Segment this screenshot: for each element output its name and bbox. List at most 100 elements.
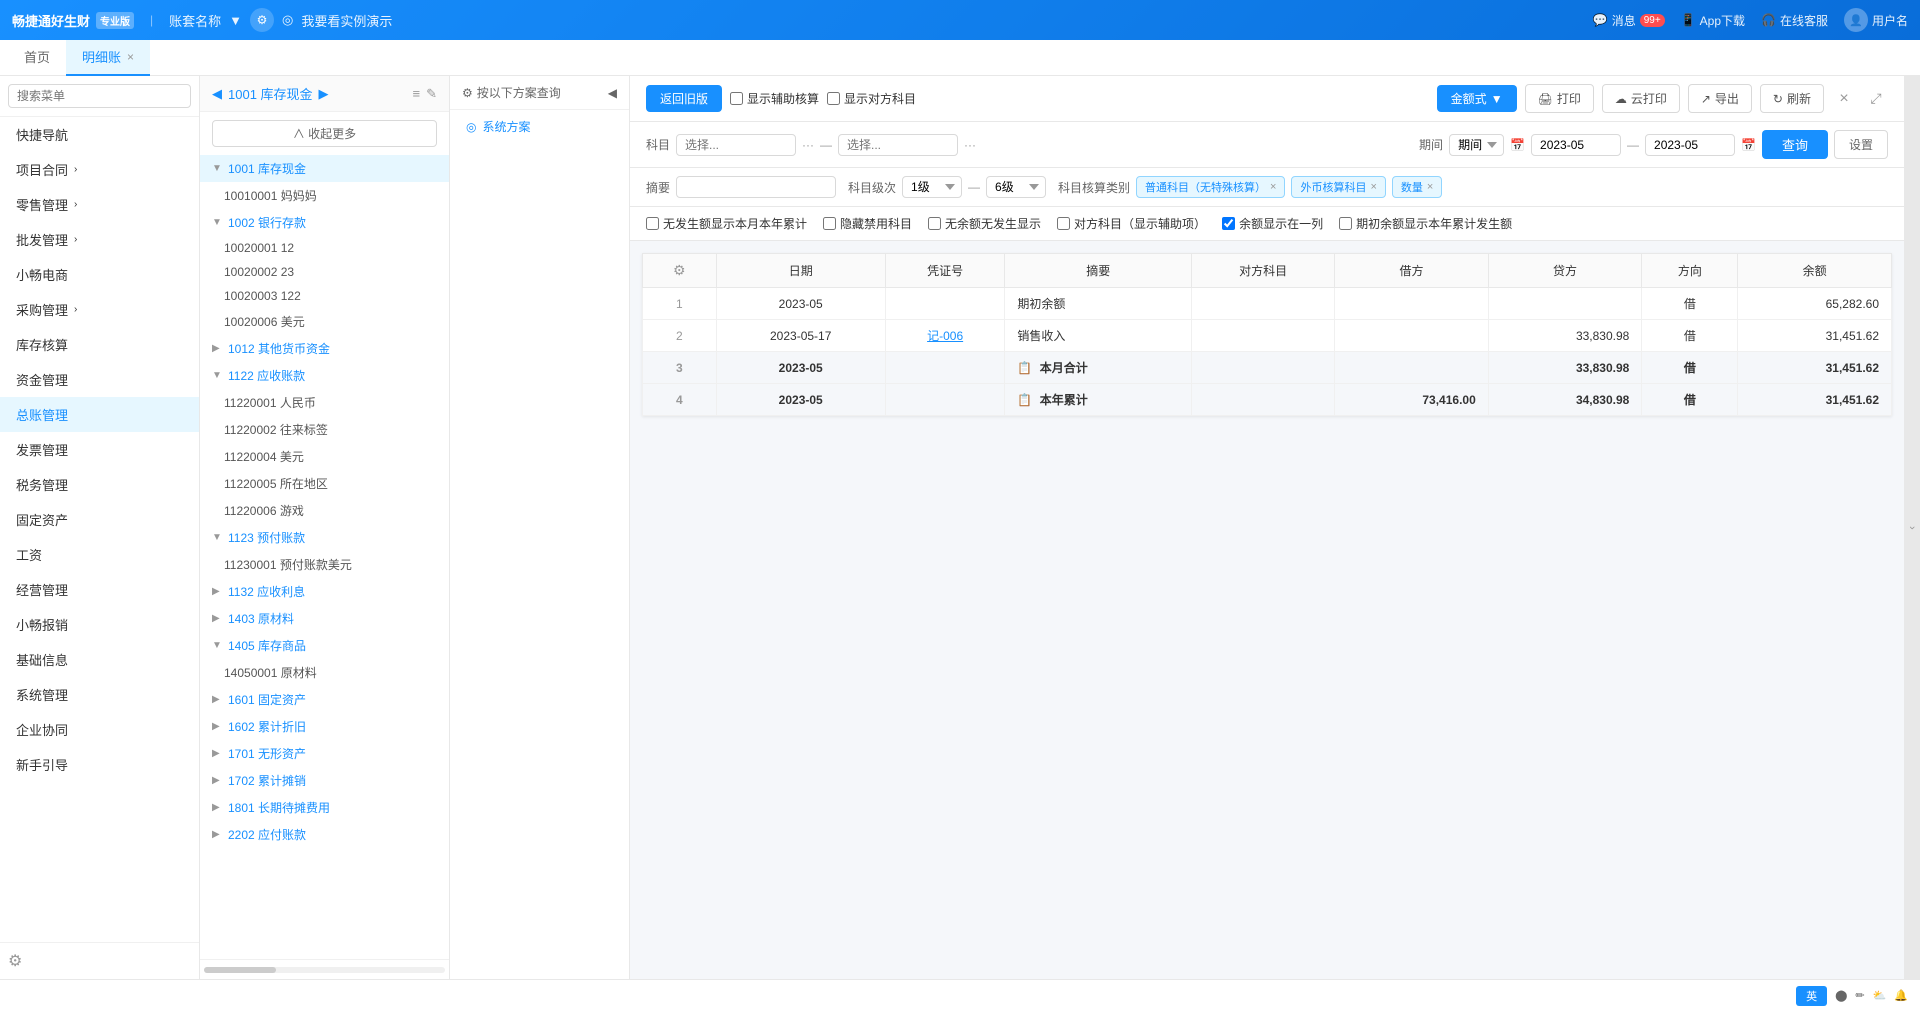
tree-item-1122[interactable]: ▼ 1122 应收账款 [200,362,449,389]
back-btn[interactable]: 返回旧版 [646,85,722,112]
tag-remove-0[interactable]: × [1270,181,1276,193]
checkbox-show-balance[interactable]: 余额显示在一列 [1222,215,1323,232]
tree-item-11220005[interactable]: 11220005 所在地区 [200,470,449,497]
query-btn[interactable]: 查询 [1762,130,1828,159]
print-btn[interactable]: 🖨 打印 [1525,84,1594,113]
demo-link[interactable]: ◎ 我要看实例演示 [282,11,392,30]
sidebar-item-wholesale[interactable]: 批发管理› [0,222,199,257]
checkbox-opposite[interactable]: 对方科目（显示辅助项） [1057,215,1206,232]
tree-item-10010001[interactable]: 10010001 妈妈妈 [200,182,449,209]
tree-item-1012[interactable]: ▶ 1012 其他货币资金 [200,335,449,362]
checkbox-opening[interactable]: 期初余额显示本年累计发生额 [1339,215,1512,232]
sidebar-item-invoice[interactable]: 发票管理 [0,432,199,467]
sidebar-item-project[interactable]: 项目合同› [0,152,199,187]
summary-input[interactable] [676,176,836,198]
tree-item-11220006[interactable]: 11220006 游戏 [200,497,449,524]
expand-more-btn[interactable]: ∧ 收起更多 [212,120,437,147]
tree-item-1801[interactable]: ▶ 1801 长期待摊费用 [200,794,449,821]
calendar-end-icon[interactable]: 📅 [1741,138,1756,152]
tab-detail[interactable]: 明细账 × [66,40,150,76]
sidebar-item-ecommerce[interactable]: 小畅电商 [0,257,199,292]
checkbox-hide-disabled[interactable]: 隐藏禁用科目 [823,215,912,232]
tree-item-11220001[interactable]: 11220001 人民币 [200,389,449,416]
tab-home[interactable]: 首页 [8,40,66,76]
col-settings[interactable]: ⚙ [643,254,717,288]
period-type-select[interactable]: 期间 [1449,134,1504,156]
current-account[interactable]: ◀ 1001 库存现金 ▶ [212,84,329,103]
sidebar-item-inventory[interactable]: 库存核算 [0,327,199,362]
account-selector[interactable]: 账套名称 ▼ [169,11,242,30]
tree-item-1123[interactable]: ▼ 1123 预付账款 [200,524,449,551]
cell-voucher-2[interactable]: 记-006 [885,320,1005,352]
sidebar-item-salary[interactable]: 工资 [0,537,199,572]
sidebar-item-shortcut[interactable]: 快捷导航 [0,117,199,152]
cloud-print-btn[interactable]: ☁ 云打印 [1602,84,1680,113]
right-collapse[interactable]: › [1904,76,1920,979]
tree-item-14050001[interactable]: 14050001 原材料 [200,659,449,686]
settings-gear-icon[interactable]: ⚙ [8,951,22,971]
app-download-btn[interactable]: 📱 App下载 [1681,12,1745,29]
level-end-select[interactable]: 6级 [986,176,1046,198]
tree-item-1002[interactable]: ▼ 1002 银行存款 [200,209,449,236]
refresh-btn[interactable]: ↻ 刷新 [1760,84,1824,113]
show-subject-checkbox[interactable]: 显示对方科目 [827,90,916,107]
sidebar-item-assets[interactable]: 固定资产 [0,502,199,537]
tree-item-1403[interactable]: ▶ 1403 原材料 [200,605,449,632]
tree-item-1001[interactable]: ▼ 1001 库存现金 [200,155,449,182]
period-start-input[interactable] [1531,134,1621,156]
sidebar-item-tax[interactable]: 税务管理 [0,467,199,502]
sidebar-item-enterprise[interactable]: 企业协同 [0,712,199,747]
sidebar-item-business[interactable]: 经营管理 [0,572,199,607]
tree-item-10020001[interactable]: 10020001 12 [200,236,449,260]
sidebar-item-basic[interactable]: 基础信息 [0,642,199,677]
tree-item-2202[interactable]: ▶ 2202 应付账款 [200,821,449,848]
tab-close-icon[interactable]: × [127,50,134,64]
status-icon-2[interactable]: ✏ [1855,989,1864,1002]
tree-item-1405[interactable]: ▼ 1405 库存商品 [200,632,449,659]
period-end-input[interactable] [1645,134,1735,156]
tree-scrollbar[interactable] [200,959,449,979]
lang-btn[interactable]: 英 [1796,986,1827,1006]
level-start-select[interactable]: 1级 [902,176,962,198]
scheme-item-system[interactable]: ◎ 系统方案 [450,110,629,143]
format-btn[interactable]: 金额式 ▼ [1437,85,1517,112]
set-btn[interactable]: 设置 [1834,130,1888,159]
sidebar-item-retail[interactable]: 零售管理› [0,187,199,222]
close-btn[interactable]: × [1832,87,1856,111]
user-avatar[interactable]: 👤 用户名 [1844,8,1908,32]
status-icon-3[interactable]: ⛅ [1873,989,1887,1002]
sidebar-item-capital[interactable]: 资金管理 [0,362,199,397]
tree-item-1132[interactable]: ▶ 1132 应收利息 [200,578,449,605]
expand-collapse-btn[interactable]: ⤢ [1864,87,1888,111]
sidebar-item-purchase[interactable]: 采购管理› [0,292,199,327]
settings-icon[interactable]: ⚙ [250,8,274,32]
export-btn[interactable]: ↗ 导出 [1688,84,1752,113]
tree-item-10020002[interactable]: 10020002 23 [200,260,449,284]
subject-end-more-icon[interactable]: ··· [964,138,976,152]
message-btn[interactable]: 💬 消息 99+ [1593,12,1665,29]
tag-remove-2[interactable]: × [1427,181,1433,193]
edit-icon[interactable]: ✎ [426,86,437,102]
tree-item-1701[interactable]: ▶ 1701 无形资产 [200,740,449,767]
tree-item-10020006[interactable]: 10020006 美元 [200,308,449,335]
voucher-link[interactable]: 记-006 [927,329,963,343]
sidebar-item-report[interactable]: 小畅报销 [0,607,199,642]
subject-input[interactable] [676,134,796,156]
tree-item-10020003[interactable]: 10020003 122 [200,284,449,308]
checkbox-no-balance[interactable]: 无发生额显示本月本年累计 [646,215,807,232]
list-icon[interactable]: ≡ [413,86,421,102]
tree-item-1702[interactable]: ▶ 1702 累计摊销 [200,767,449,794]
checkbox-no-balance2[interactable]: 无余额无发生显示 [928,215,1041,232]
collapse-icon[interactable]: ◀ [608,86,617,100]
tree-item-1602[interactable]: ▶ 1602 累计折旧 [200,713,449,740]
sidebar-item-accounting[interactable]: 总账管理 [0,397,199,432]
calendar-icon[interactable]: 📅 [1510,138,1525,152]
status-icon-4[interactable]: 🔔 [1894,989,1908,1002]
sidebar-item-guide[interactable]: 新手引导 [0,747,199,782]
subject-end-input[interactable] [838,134,958,156]
tag-remove-1[interactable]: × [1370,181,1376,193]
tree-item-1601[interactable]: ▶ 1601 固定资产 [200,686,449,713]
show-aux-checkbox[interactable]: 显示辅助核算 [730,90,819,107]
tree-item-11220004[interactable]: 11220004 美元 [200,443,449,470]
status-icon-1[interactable]: ⬤ [1835,989,1847,1002]
